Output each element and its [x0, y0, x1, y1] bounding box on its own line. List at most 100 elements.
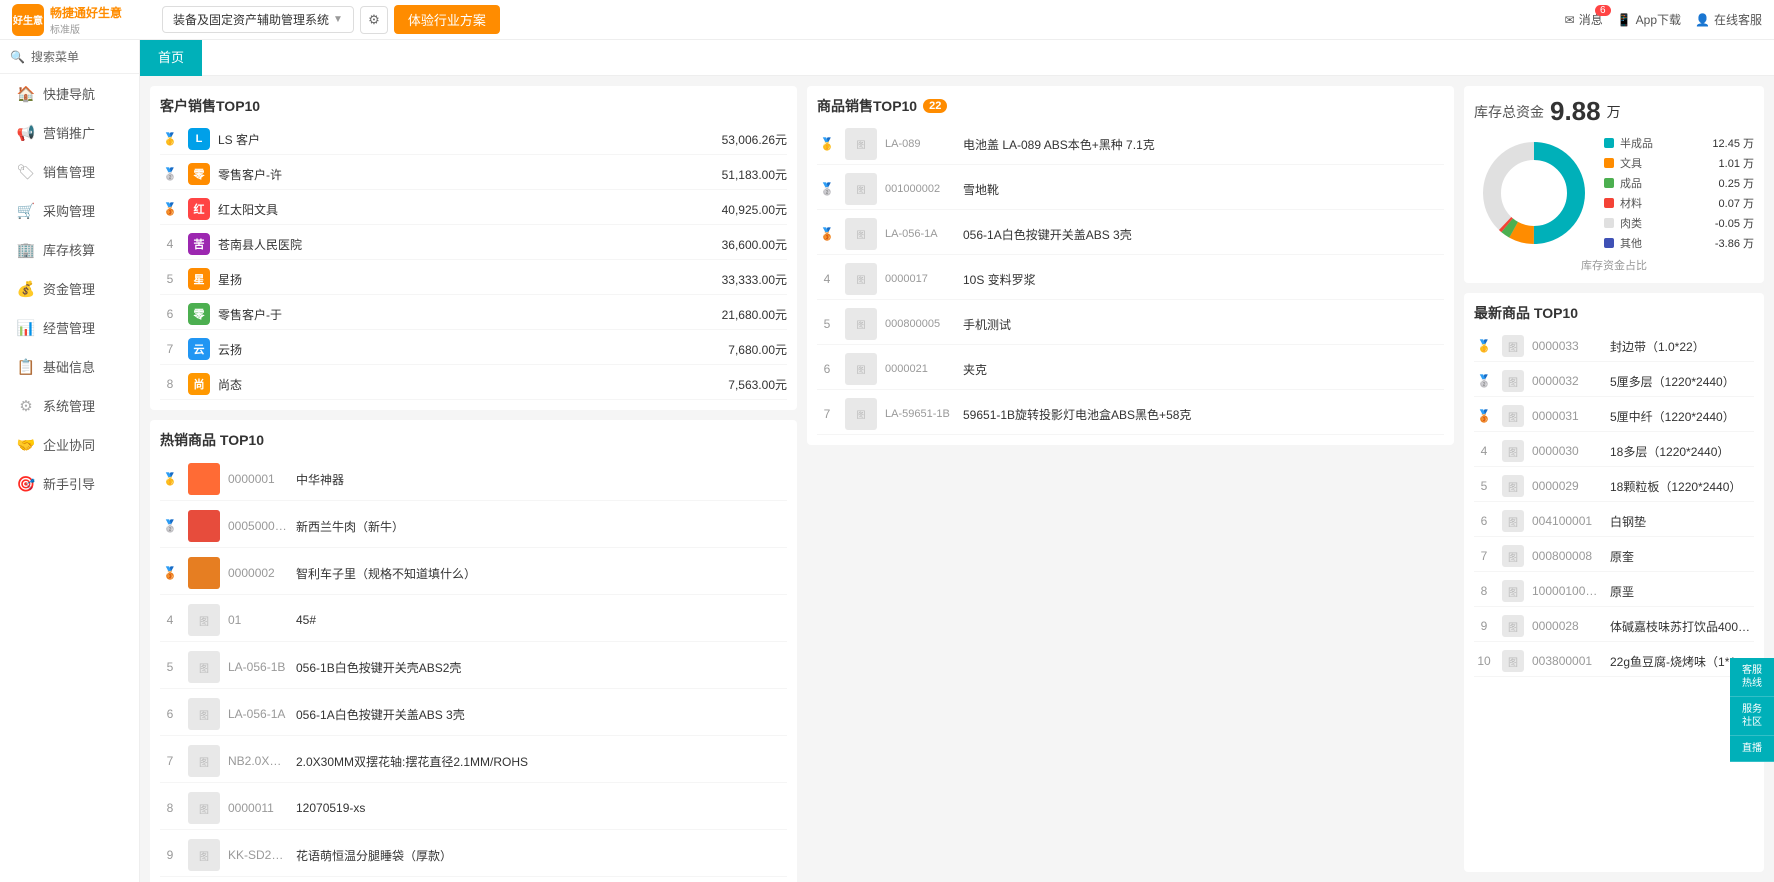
service-icon: 👤	[1695, 13, 1710, 27]
product-code: LA-59651-1B	[885, 408, 955, 420]
rank-value: 33,333.00元	[722, 271, 787, 288]
rank-number: 🥉	[1474, 409, 1494, 423]
rank-number: 6	[160, 707, 180, 721]
trial-button[interactable]: 体验行业方案	[394, 5, 500, 34]
customer-rank-item: 🥇 L LS 客户 53,006.26元	[160, 124, 787, 155]
main-layout: 🔍 搜索菜单 🏠 快捷导航 📢 营销推广 🏷 销售管理 🛒 采购管理 🏢 库存核…	[0, 40, 1774, 882]
sidebar-item-xinshou[interactable]: 🎯 新手引导	[0, 464, 139, 503]
rank-number: 4	[160, 237, 180, 251]
product-sales-item: 4 图 0000017 10S 变料罗浆	[817, 259, 1444, 300]
product-code: 01	[228, 613, 288, 627]
sales-icon: 🏷	[17, 163, 35, 181]
sidebar-item-xiaoshou[interactable]: 🏷 销售管理	[0, 152, 139, 191]
rank-number: 🥈	[1474, 374, 1494, 388]
app-download-button[interactable]: 📱 App下载	[1617, 11, 1681, 28]
sidebar-item-caigou[interactable]: 🛒 采购管理	[0, 191, 139, 230]
rank-number: 7	[160, 342, 180, 356]
search-menu[interactable]: 🔍 搜索菜单	[0, 40, 139, 74]
customer-rank-item: 4 苦 苍南县人民医院 36,600.00元	[160, 229, 787, 260]
float-buttons: 客服热线 服务社区 直播	[1730, 658, 1774, 762]
product-image: 图	[1502, 370, 1524, 392]
product-image	[188, 510, 220, 542]
rank-value: 7,563.00元	[728, 376, 787, 393]
legend-item: 文具 1.01 万	[1604, 155, 1754, 171]
legend-dot	[1604, 218, 1614, 228]
topbar-system: 装备及固定资产辅助管理系统 ▼ ⚙ 体验行业方案	[162, 5, 1555, 34]
float-btn-service[interactable]: 服务社区	[1730, 697, 1774, 736]
product-name: 原奎	[1610, 548, 1754, 565]
rank-value: 36,600.00元	[722, 236, 787, 253]
product-image: 图	[1502, 440, 1524, 462]
product-code: 000500001	[228, 519, 288, 533]
system-icon: ⚙	[17, 397, 35, 415]
topbar-right: ✉ 消息 6 📱 App下载 👤 在线客服	[1565, 11, 1762, 28]
product-code: 0000029	[1532, 479, 1602, 493]
rank-name: 星扬	[218, 271, 714, 288]
legend-dot	[1604, 138, 1614, 148]
customer-ranking-title: 客户销售TOP10	[160, 96, 787, 116]
rank-number: 🥉	[160, 202, 180, 216]
product-image-placeholder: 图	[188, 651, 220, 683]
customer-ranking-card: 客户销售TOP10 🥇 L LS 客户 53,006.26元 🥈 零 零售客户-…	[150, 86, 797, 410]
inventory-icon: 🏢	[17, 241, 35, 259]
hot-product-item: 9 图 KK-SD22110H 花语萌恒温分腿睡袋（厚款）	[160, 834, 787, 877]
sidebar-item-kuaijie[interactable]: 🏠 快捷导航	[0, 74, 139, 113]
float-btn-kefu[interactable]: 客服热线	[1730, 658, 1774, 697]
online-service-button[interactable]: 👤 在线客服	[1695, 11, 1762, 28]
hot-product-item: 4 图 01 45#	[160, 599, 787, 642]
content-area: 首页 客户销售TOP10 🥇 L LS 客户 53,006.26元 🥈 零 零售…	[140, 40, 1774, 882]
rank-number: 9	[1474, 619, 1494, 633]
product-name: 原垩	[1610, 583, 1754, 600]
gear-button[interactable]: ⚙	[360, 6, 388, 34]
sidebar-item-kucun[interactable]: 🏢 库存核算	[0, 230, 139, 269]
rank-value: 40,925.00元	[722, 201, 787, 218]
product-sales-list: 🥇 图 LA-089 电池盖 LA-089 ABS本色+黑种 7.1克 🥈 图 …	[817, 124, 1444, 435]
product-image: 图	[845, 398, 877, 430]
sidebar-item-zijin[interactable]: 💰 资金管理	[0, 269, 139, 308]
newest-product-item: 7 图 000800008 原奎	[1474, 541, 1754, 572]
product-sales-badge: 22	[923, 99, 947, 113]
rank-number: 🥇	[817, 137, 837, 151]
product-code: 003800001	[1532, 654, 1602, 668]
hot-product-item: 🥇 0000001 中华神器	[160, 458, 787, 501]
sidebar-item-jichuxinxi[interactable]: 📋 基础信息	[0, 347, 139, 386]
system-selector[interactable]: 装备及固定资产辅助管理系统 ▼	[162, 6, 354, 33]
product-name: 白钢垫	[1610, 513, 1754, 530]
legend-value: 0.25 万	[1719, 175, 1754, 191]
guide-icon: 🎯	[17, 475, 35, 493]
legend-name: 文具	[1620, 155, 1642, 171]
legend-dot	[1604, 238, 1614, 248]
product-image: 图	[1502, 580, 1524, 602]
sidebar-item-xitong[interactable]: ⚙ 系统管理	[0, 386, 139, 425]
rank-number: 8	[160, 377, 180, 391]
inventory-caption: 库存资金占比	[1474, 257, 1754, 273]
newest-product-item: 🥉 图 0000031 5厘中纤（1220*2440）	[1474, 401, 1754, 432]
product-image-placeholder: 图	[188, 698, 220, 730]
product-code: 0000021	[885, 363, 955, 375]
sidebar-item-jingying[interactable]: 📊 经营管理	[0, 308, 139, 347]
rank-avatar: 零	[188, 163, 210, 185]
inventory-total-unit: 万	[1607, 102, 1621, 122]
hot-product-item: 5 图 LA-056-1B 056-1B白色按键开关壳ABS2壳	[160, 646, 787, 689]
tab-home[interactable]: 首页	[140, 40, 202, 76]
rank-number: 6	[160, 307, 180, 321]
newest-product-item: 🥇 图 0000033 封边带（1.0*22）	[1474, 331, 1754, 362]
product-name: 056-1A白色按键开关盖ABS 3壳	[963, 226, 1444, 243]
inventory-card: 库存总资金 9.88 万	[1464, 86, 1764, 283]
product-image: 图	[1502, 335, 1524, 357]
customer-rank-item: 8 尚 尚态 7,563.00元	[160, 369, 787, 400]
product-name: 封边带（1.0*22）	[1610, 338, 1754, 355]
rank-value: 21,680.00元	[722, 306, 787, 323]
legend-dot	[1604, 158, 1614, 168]
product-image: 图	[845, 308, 877, 340]
sidebar-item-qiye[interactable]: 🤝 企业协同	[0, 425, 139, 464]
product-image-placeholder: 图	[188, 745, 220, 777]
float-btn-live[interactable]: 直播	[1730, 736, 1774, 762]
legend-value: -0.05 万	[1715, 215, 1754, 231]
rank-number: 4	[1474, 444, 1494, 458]
product-image: 图	[845, 218, 877, 250]
rank-name: 零售客户-许	[218, 166, 714, 183]
sidebar-item-yingxiao[interactable]: 📢 营销推广	[0, 113, 139, 152]
rank-number: 4	[817, 272, 837, 286]
messages-button[interactable]: ✉ 消息 6	[1565, 11, 1603, 28]
